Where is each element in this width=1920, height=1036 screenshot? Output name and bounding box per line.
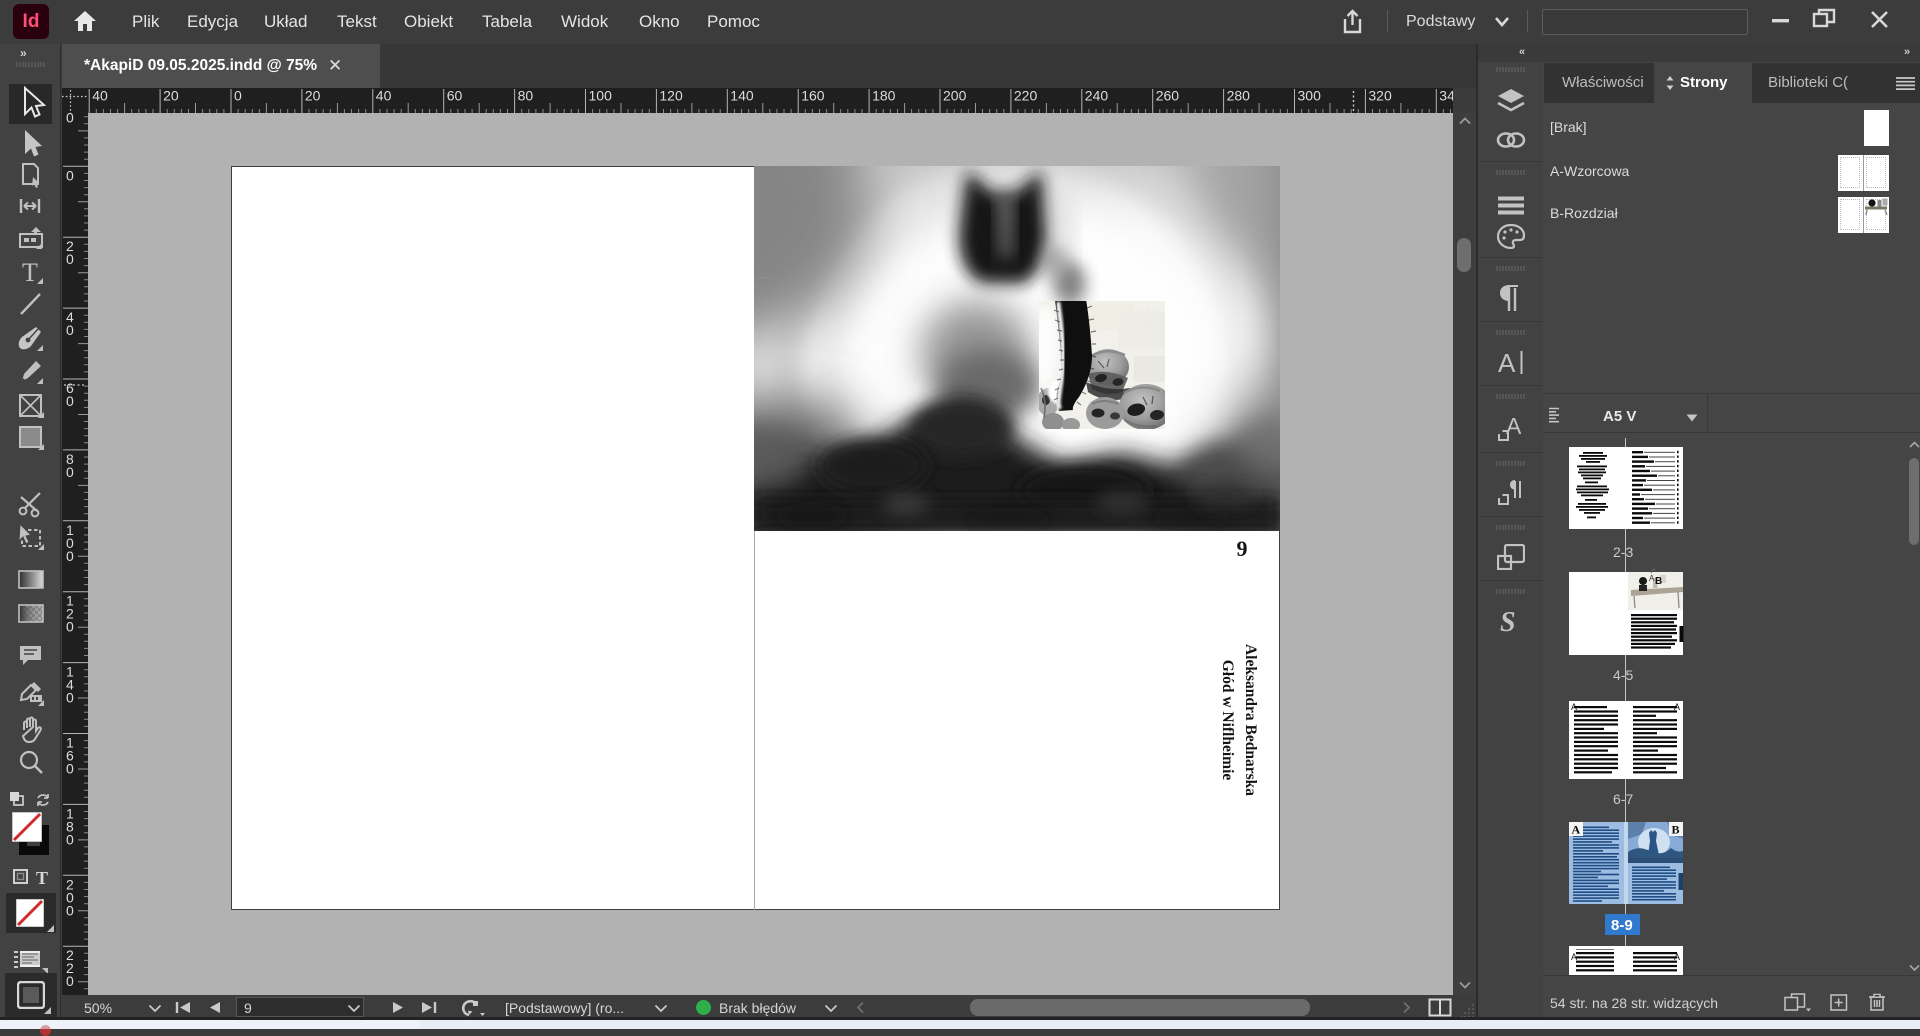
svg-text:160: 160	[801, 88, 825, 104]
svg-text:120: 120	[659, 88, 683, 104]
svg-text:100: 100	[589, 88, 613, 104]
svg-text:280: 280	[1227, 88, 1251, 104]
svg-text:0: 0	[66, 973, 74, 989]
svg-text:S: S	[1500, 607, 1516, 635]
svg-text:A: A	[1674, 952, 1680, 962]
svg-text:260: 260	[1156, 88, 1180, 104]
svg-text:60: 60	[447, 88, 463, 104]
svg-text:340: 340	[1439, 88, 1453, 104]
svg-text:40: 40	[92, 88, 108, 104]
svg-text:0: 0	[234, 88, 242, 104]
svg-text:0: 0	[66, 393, 74, 409]
svg-text:0: 0	[66, 251, 74, 267]
svg-text:T: T	[22, 258, 38, 287]
svg-text:0: 0	[66, 831, 74, 847]
svg-text:0: 0	[66, 322, 74, 338]
svg-text:0: 0	[66, 548, 74, 564]
svg-text:240: 240	[1085, 88, 1109, 104]
svg-text:0: 0	[66, 690, 74, 706]
svg-text:0: 0	[66, 167, 74, 183]
svg-text:0: 0	[66, 464, 74, 480]
svg-text:40: 40	[376, 88, 392, 104]
svg-text:T: T	[36, 868, 48, 888]
svg-text:320: 320	[1368, 88, 1392, 104]
svg-text:140: 140	[730, 88, 754, 104]
svg-text:300: 300	[1298, 88, 1322, 104]
svg-text:A: A	[1498, 349, 1516, 376]
svg-text:20: 20	[163, 88, 179, 104]
svg-text:180: 180	[872, 88, 896, 104]
svg-text:0: 0	[66, 619, 74, 635]
svg-text:0: 0	[66, 902, 74, 918]
svg-text:220: 220	[1014, 88, 1038, 104]
svg-text:0: 0	[66, 761, 74, 777]
svg-text:80: 80	[518, 88, 534, 104]
svg-text:200: 200	[943, 88, 967, 104]
svg-text:A: A	[1571, 952, 1577, 962]
svg-text:0: 0	[66, 113, 74, 125]
svg-text:20: 20	[305, 88, 321, 104]
